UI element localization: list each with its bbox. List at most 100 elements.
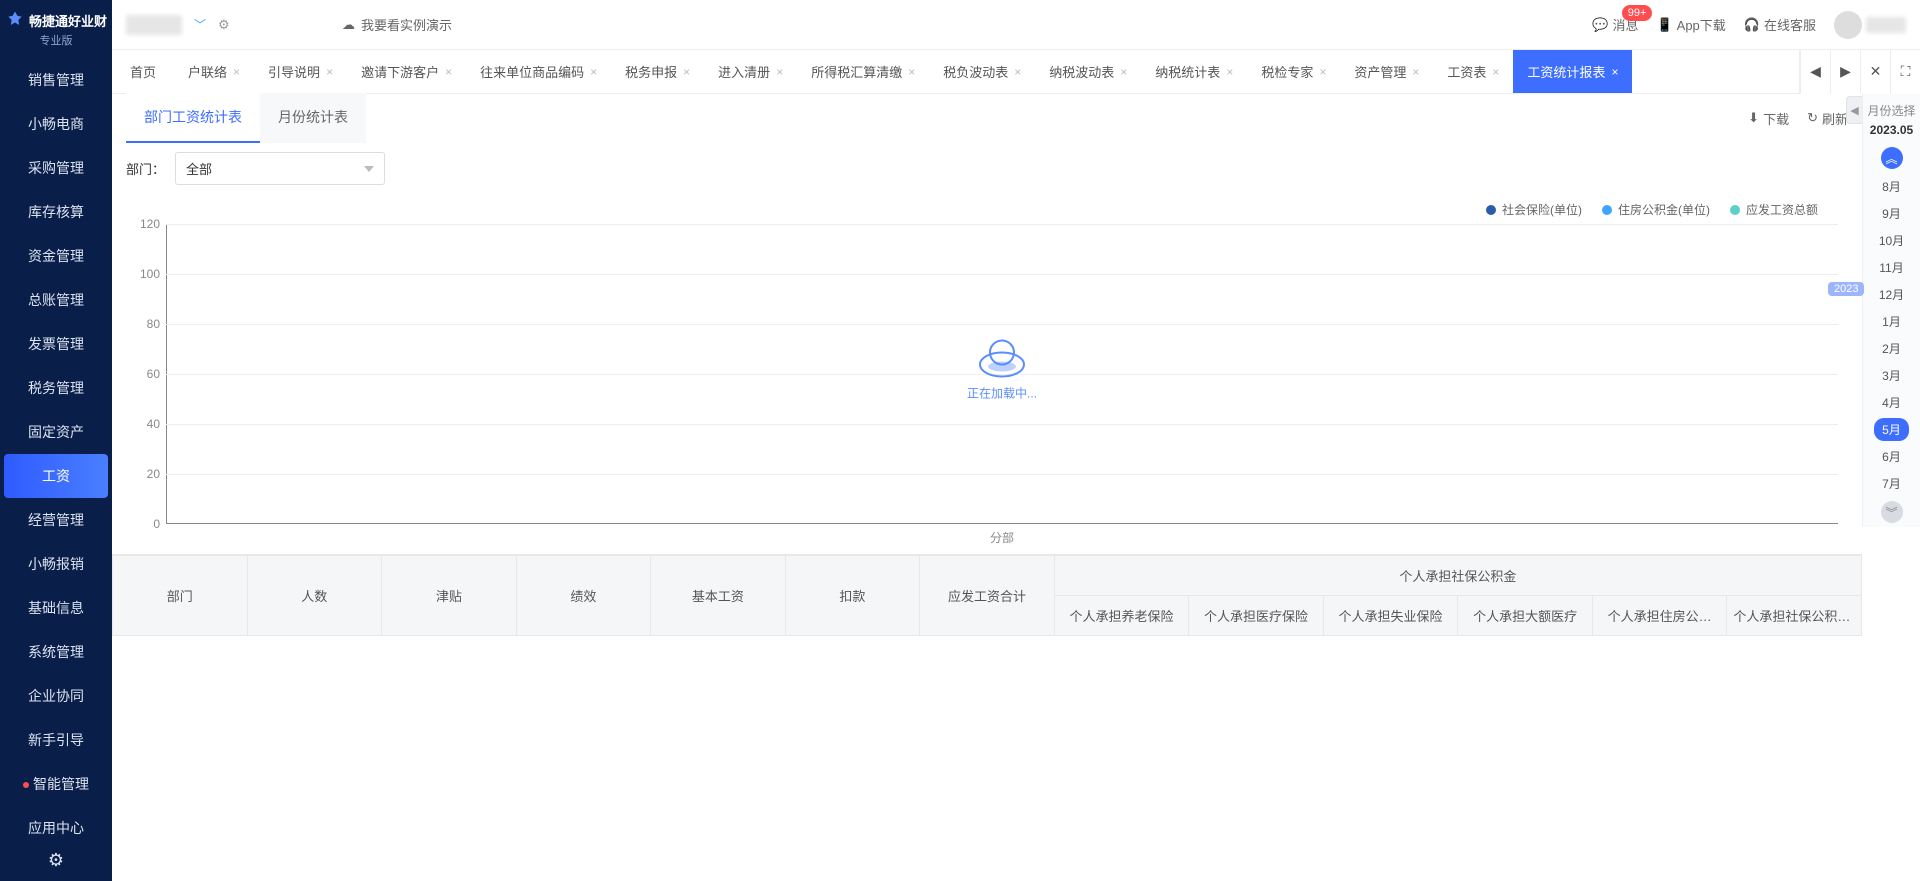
tab[interactable]: 所得税汇算清缴× xyxy=(797,50,929,93)
sidebar-settings[interactable]: ⚙ xyxy=(0,840,112,881)
user-menu[interactable] xyxy=(1834,11,1906,39)
legend-item[interactable]: 住房公积金(单位) xyxy=(1602,201,1710,218)
sidebar-item[interactable]: 小畅电商 xyxy=(0,102,112,146)
close-icon[interactable]: × xyxy=(233,65,240,79)
month-item[interactable]: 10月 xyxy=(1871,229,1912,252)
y-tick-label: 100 xyxy=(126,267,160,281)
tab[interactable]: 工资统计报表× xyxy=(1513,50,1632,93)
tabs-scroll-left[interactable]: ◀ xyxy=(1800,50,1830,94)
month-item[interactable]: 5月 xyxy=(1874,418,1909,441)
month-item[interactable]: 9月 xyxy=(1874,202,1909,225)
month-item[interactable]: 11月 xyxy=(1871,256,1911,279)
close-icon[interactable]: × xyxy=(1492,65,1499,79)
grid-line xyxy=(166,224,1838,225)
subtab[interactable]: 月份统计表 xyxy=(260,93,366,143)
tab-label: 工资表 xyxy=(1447,62,1486,81)
sidebar-item-label: 销售管理 xyxy=(28,72,84,88)
close-icon[interactable]: × xyxy=(776,65,783,79)
legend-label: 住房公积金(单位) xyxy=(1618,201,1710,218)
org-settings-icon[interactable]: ⚙ xyxy=(218,17,230,33)
tab-label: 资产管理 xyxy=(1354,62,1406,81)
tabs-scroll-right[interactable]: ▶ xyxy=(1830,50,1860,94)
tab[interactable]: 工资表 × xyxy=(1433,50,1513,93)
close-icon[interactable]: × xyxy=(326,65,333,79)
sidebar-item[interactable]: 税务管理 xyxy=(0,366,112,410)
tab[interactable]: 纳税波动表× xyxy=(1035,50,1141,93)
tab[interactable]: 引导说明× xyxy=(254,50,347,93)
tab[interactable]: 邀请下游客户× xyxy=(347,50,466,93)
sidebar-item[interactable]: 资金管理 xyxy=(0,234,112,278)
close-icon[interactable]: × xyxy=(1611,65,1618,79)
dept-select[interactable]: 全部 xyxy=(175,152,385,185)
sidebar-item[interactable]: 应用中心 xyxy=(0,806,112,840)
tab[interactable]: 户联络× xyxy=(174,50,254,93)
sidebar-item[interactable]: 工资 xyxy=(4,454,108,498)
close-icon[interactable]: × xyxy=(1319,65,1326,79)
month-item[interactable]: 1月 xyxy=(1874,310,1909,333)
tab[interactable]: 进入清册× xyxy=(704,50,797,93)
sidebar-item[interactable]: 系统管理 xyxy=(0,630,112,674)
sidebar-item[interactable]: 企业协同 xyxy=(0,674,112,718)
table-subheader: 个人承担失业保险 xyxy=(1323,596,1458,636)
topbar: ﹀ ⚙ ☁ 我要看实例演示 💬 消息 99+ 📱 App下载 🎧 xyxy=(112,0,1920,50)
sidebar-item[interactable]: 经营管理 xyxy=(0,498,112,542)
table-subheader: 个人承担住房公… xyxy=(1592,596,1727,636)
close-icon[interactable]: × xyxy=(908,65,915,79)
close-icon[interactable]: × xyxy=(1226,65,1233,79)
sidebar-item[interactable]: 固定资产 xyxy=(0,410,112,454)
legend-item[interactable]: 应发工资总额 xyxy=(1730,201,1818,218)
legend-item[interactable]: 社会保险(单位) xyxy=(1486,201,1582,218)
messages-button[interactable]: 💬 消息 99+ xyxy=(1592,15,1638,34)
close-icon[interactable]: × xyxy=(683,65,690,79)
app-download-button[interactable]: 📱 App下载 xyxy=(1656,15,1725,34)
close-icon[interactable]: × xyxy=(445,65,452,79)
sidebar-item[interactable]: 发票管理 xyxy=(0,322,112,366)
chart-area: 020406080100120 正在加载中... 分部 xyxy=(166,224,1838,544)
legend-dot-icon xyxy=(1730,205,1740,215)
month-item[interactable]: 8月 xyxy=(1874,175,1909,198)
sidebar-item[interactable]: 销售管理 xyxy=(0,58,112,102)
sidebar-item[interactable]: 小畅报销 xyxy=(0,542,112,586)
sidebar-item[interactable]: 库存核算 xyxy=(0,190,112,234)
month-item[interactable]: 2月 xyxy=(1874,337,1909,360)
date-panel-collapse[interactable]: ◀ xyxy=(1846,96,1862,124)
sidebar-item[interactable]: 总账管理 xyxy=(0,278,112,322)
date-panel-title: 月份选择 xyxy=(1867,98,1915,123)
close-icon[interactable]: × xyxy=(1120,65,1127,79)
refresh-label: 刷新 xyxy=(1822,109,1848,128)
y-tick-label: 60 xyxy=(126,367,160,381)
sidebar-item-label: 小畅电商 xyxy=(28,116,84,132)
sidebar-item[interactable]: 新手引导 xyxy=(0,718,112,762)
tab[interactable]: 税务申报× xyxy=(611,50,704,93)
sidebar-item[interactable]: 智能管理 xyxy=(0,762,112,806)
subtab[interactable]: 部门工资统计表 xyxy=(126,93,260,143)
tab[interactable]: 税负波动表× xyxy=(929,50,1035,93)
sidebar-item[interactable]: 基础信息 xyxy=(0,586,112,630)
org-selector[interactable]: ﹀ ⚙ xyxy=(126,15,326,35)
demo-link[interactable]: ☁ 我要看实例演示 xyxy=(342,15,452,34)
month-item[interactable]: 3月 xyxy=(1874,364,1909,387)
month-item[interactable]: 12月 xyxy=(1871,283,1912,306)
fullscreen-button[interactable]: ⛶ xyxy=(1890,50,1920,94)
tab[interactable]: 纳税统计表× xyxy=(1141,50,1247,93)
brand-name: 畅捷通好业财 xyxy=(29,11,107,30)
tab[interactable]: 税检专家× xyxy=(1247,50,1340,93)
month-item[interactable]: 7月 xyxy=(1874,472,1909,495)
online-service-button[interactable]: 🎧 在线客服 xyxy=(1744,15,1816,34)
tab[interactable]: 首页 xyxy=(112,50,174,93)
month-item[interactable]: 6月 xyxy=(1874,445,1909,468)
close-icon[interactable]: × xyxy=(1412,65,1419,79)
notification-dot-icon xyxy=(23,782,29,788)
download-button[interactable]: ⬇ 下载 xyxy=(1748,109,1789,128)
tabs-close-all[interactable]: ✕ xyxy=(1860,50,1890,94)
close-icon[interactable]: × xyxy=(1014,65,1021,79)
sidebar-item[interactable]: 采购管理 xyxy=(0,146,112,190)
legend-dot-icon xyxy=(1486,205,1496,215)
refresh-button[interactable]: ↻ 刷新 xyxy=(1807,109,1848,128)
close-icon[interactable]: × xyxy=(590,65,597,79)
tab[interactable]: 资产管理 × xyxy=(1340,50,1433,93)
date-scroll-down[interactable]: ︾ xyxy=(1881,501,1903,523)
tab[interactable]: 往来单位商品编码× xyxy=(466,50,611,93)
date-scroll-up[interactable]: ︽ xyxy=(1881,147,1903,169)
month-item[interactable]: 4月 xyxy=(1874,391,1909,414)
